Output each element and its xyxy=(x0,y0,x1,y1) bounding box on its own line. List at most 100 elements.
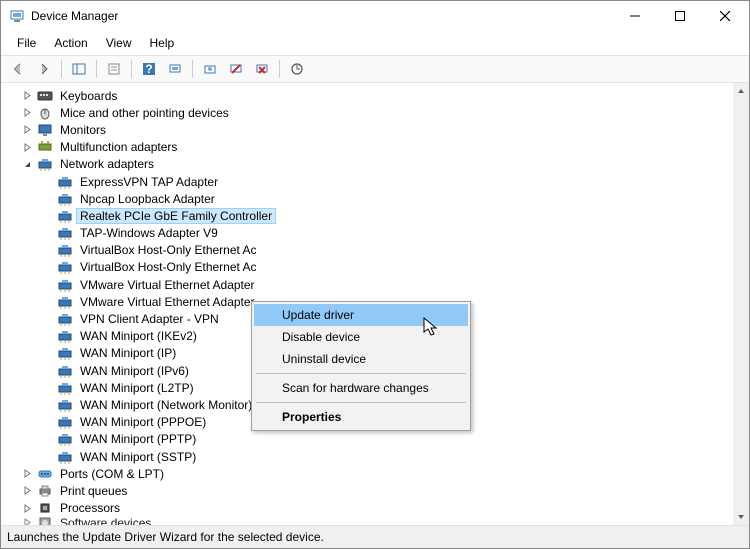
toolbar-back-button[interactable] xyxy=(7,58,29,80)
tree-device[interactable]: VirtualBox Host-Only Ethernet Ac xyxy=(1,242,733,259)
menubar[interactable]: File Action View Help xyxy=(1,31,749,55)
device-manager-window: Device Manager File Action View Help ? K… xyxy=(0,0,750,549)
menu-help[interactable]: Help xyxy=(142,33,183,53)
tree-device[interactable]: TAP-Windows Adapter V9 xyxy=(1,225,733,242)
menu-file[interactable]: File xyxy=(9,33,44,53)
scroll-down-arrow[interactable] xyxy=(733,509,749,525)
tree-category[interactable]: Mice and other pointing devices xyxy=(1,104,733,121)
tree-device-label: VMware Virtual Ethernet Adapter xyxy=(77,295,258,309)
tree-device[interactable]: Realtek PCIe GbE Family Controller xyxy=(1,207,733,224)
ctx-properties[interactable]: Properties xyxy=(254,406,468,428)
tree-category[interactable]: Multifunction adapters xyxy=(1,139,733,156)
tree-device[interactable]: Npcap Loopback Adapter xyxy=(1,190,733,207)
tree-category[interactable]: Ports (COM & LPT) xyxy=(1,465,733,482)
tree-device-label: WAN Miniport (PPTP) xyxy=(77,432,199,446)
ctx-disable-device[interactable]: Disable device xyxy=(254,326,468,348)
expand-toggle-icon[interactable] xyxy=(23,160,35,169)
ctx-update-driver[interactable]: Update driver xyxy=(254,304,468,326)
tree-device-label: WAN Miniport (IKEv2) xyxy=(77,329,200,343)
expand-toggle-icon[interactable] xyxy=(23,143,35,152)
toolbar-separator xyxy=(61,60,62,78)
ctx-separator xyxy=(256,373,466,374)
tree-device-label: WAN Miniport (Network Monitor) xyxy=(77,398,255,412)
toolbar-forward-button[interactable] xyxy=(33,58,55,80)
tree-device[interactable]: VirtualBox Host-Only Ethernet Ac xyxy=(1,259,733,276)
toolbar-separator xyxy=(96,60,97,78)
expand-toggle-icon[interactable] xyxy=(23,486,35,495)
tree-category[interactable]: Processors xyxy=(1,500,733,517)
network-icon xyxy=(37,156,53,172)
tree-device[interactable]: WAN Miniport (SSTP) xyxy=(1,448,733,465)
tree-category[interactable]: Software devices xyxy=(1,517,733,525)
expand-toggle-icon[interactable] xyxy=(23,91,35,100)
network-adapter-icon xyxy=(57,380,73,396)
tree-category[interactable]: Network adapters xyxy=(1,156,733,173)
svg-text:?: ? xyxy=(145,62,152,76)
toolbar-refresh-button[interactable] xyxy=(286,58,308,80)
toolbar-update-button[interactable] xyxy=(199,58,221,80)
tree-category-label: Monitors xyxy=(57,123,109,137)
tree-device[interactable]: WAN Miniport (PPTP) xyxy=(1,431,733,448)
toolbar-properties-button[interactable] xyxy=(103,58,125,80)
tree-device-label: VMware Virtual Ethernet Adapter xyxy=(77,278,258,292)
toolbar-separator xyxy=(192,60,193,78)
scroll-track[interactable] xyxy=(733,99,749,509)
network-adapter-icon xyxy=(57,431,73,447)
tree-device-label: WAN Miniport (SSTP) xyxy=(77,450,199,464)
tree-category[interactable]: Print queues xyxy=(1,482,733,499)
expand-toggle-icon[interactable] xyxy=(23,125,35,134)
statusbar-text: Launches the Update Driver Wizard for th… xyxy=(7,530,324,544)
tree-category-label: Mice and other pointing devices xyxy=(57,106,232,120)
network-adapter-icon xyxy=(57,225,73,241)
minimize-button[interactable] xyxy=(612,2,657,30)
network-adapter-icon xyxy=(57,363,73,379)
tree-device-label: VPN Client Adapter - VPN xyxy=(77,312,222,326)
expand-toggle-icon[interactable] xyxy=(23,108,35,117)
content-area: Keyboards Mice and other pointing devices… xyxy=(1,83,749,526)
tree-device-label: WAN Miniport (IPv6) xyxy=(77,364,192,378)
tree-category[interactable]: Keyboards xyxy=(1,87,733,104)
network-adapter-icon xyxy=(57,397,73,413)
software-icon xyxy=(37,517,53,525)
ctx-scan-hardware[interactable]: Scan for hardware changes xyxy=(254,377,468,399)
expand-toggle-icon[interactable] xyxy=(23,504,35,513)
network-adapter-icon xyxy=(57,191,73,207)
expand-toggle-icon[interactable] xyxy=(23,518,35,525)
statusbar: Launches the Update Driver Wizard for th… xyxy=(1,526,749,548)
tree-category-label: Network adapters xyxy=(57,157,157,171)
network-adapter-icon xyxy=(57,259,73,275)
toolbar-scan-button[interactable] xyxy=(164,58,186,80)
toolbar-separator xyxy=(131,60,132,78)
vertical-scrollbar[interactable] xyxy=(733,83,749,525)
tree-category-label: Processors xyxy=(57,501,123,515)
tree-device-label: Realtek PCIe GbE Family Controller xyxy=(77,209,275,223)
network-adapter-icon xyxy=(57,414,73,430)
titlebar[interactable]: Device Manager xyxy=(1,1,749,31)
network-adapter-icon xyxy=(57,311,73,327)
multifunc-icon xyxy=(37,139,53,155)
tree-category-label: Print queues xyxy=(57,484,130,498)
toolbar-help-button[interactable]: ? xyxy=(138,58,160,80)
toolbar-uninstall-button[interactable] xyxy=(251,58,273,80)
mouse-icon xyxy=(37,105,53,121)
title-area: Device Manager xyxy=(9,8,612,24)
context-menu[interactable]: Update driver Disable device Uninstall d… xyxy=(251,301,471,431)
menu-view[interactable]: View xyxy=(98,33,140,53)
scroll-up-arrow[interactable] xyxy=(733,83,749,99)
tree-device[interactable]: VMware Virtual Ethernet Adapter xyxy=(1,276,733,293)
network-adapter-icon xyxy=(57,294,73,310)
tree-device[interactable]: ExpressVPN TAP Adapter xyxy=(1,173,733,190)
network-adapter-icon xyxy=(57,242,73,258)
tree-category[interactable]: Monitors xyxy=(1,121,733,138)
network-adapter-icon xyxy=(57,345,73,361)
tree-category-label: Multifunction adapters xyxy=(57,140,180,154)
close-button[interactable] xyxy=(702,2,747,30)
toolbar-show-hide-tree-button[interactable] xyxy=(68,58,90,80)
expand-toggle-icon[interactable] xyxy=(23,469,35,478)
menu-action[interactable]: Action xyxy=(46,33,95,53)
toolbar-disable-button[interactable] xyxy=(225,58,247,80)
ctx-uninstall-device[interactable]: Uninstall device xyxy=(254,348,468,370)
maximize-button[interactable] xyxy=(657,2,702,30)
tree-category-label: Ports (COM & LPT) xyxy=(57,467,167,481)
ctx-separator xyxy=(256,402,466,403)
